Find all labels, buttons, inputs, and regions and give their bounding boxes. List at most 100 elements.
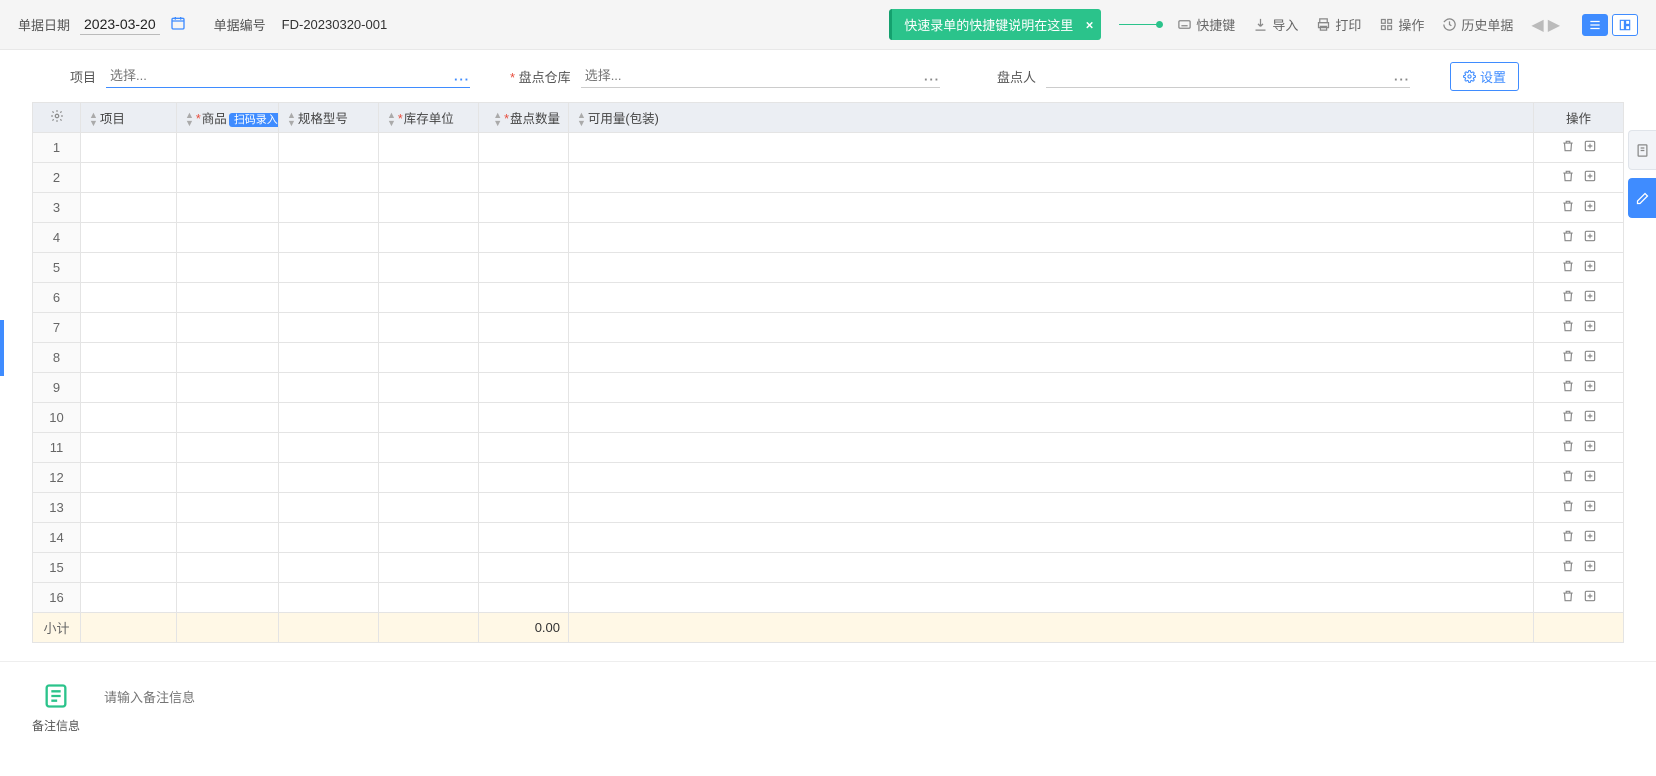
add-row-icon[interactable] — [1579, 231, 1601, 246]
delete-row-icon[interactable] — [1557, 261, 1579, 276]
delete-row-icon[interactable] — [1557, 501, 1579, 516]
delete-row-icon[interactable] — [1557, 381, 1579, 396]
delete-row-icon[interactable] — [1557, 351, 1579, 366]
warehouse-more-icon[interactable]: ··· — [924, 72, 940, 87]
row-index: 14 — [33, 523, 81, 553]
table-container: ▲▼项目 ▲▼*商品扫码录入 ▲▼规格型号 ▲▼*库存单位 ▲▼*盘点数量 ▲▼… — [0, 102, 1656, 643]
table-row[interactable]: 14 — [33, 523, 1624, 553]
th-product[interactable]: ▲▼*商品扫码录入 — [177, 103, 279, 133]
delete-row-icon[interactable] — [1557, 321, 1579, 336]
table-row[interactable]: 16 — [33, 583, 1624, 613]
table-row[interactable]: 2 — [33, 163, 1624, 193]
add-row-icon[interactable] — [1579, 351, 1601, 366]
add-row-icon[interactable] — [1579, 411, 1601, 426]
table-row[interactable]: 6 — [33, 283, 1624, 313]
row-index: 9 — [33, 373, 81, 403]
table-row[interactable]: 7 — [33, 313, 1624, 343]
tip-text: 快速录单的快捷键说明在这里 — [904, 18, 1073, 33]
view-list-button[interactable] — [1582, 14, 1608, 36]
shortcut-link[interactable]: 快捷键 — [1177, 15, 1235, 34]
delete-row-icon[interactable] — [1557, 411, 1579, 426]
table-row[interactable]: 1 — [33, 133, 1624, 163]
remark-icon — [42, 682, 70, 713]
shortcut-tip-banner: 快速录单的快捷键说明在这里 × — [889, 9, 1101, 40]
project-filter-label: 项目 — [40, 67, 96, 86]
filter-bar: 项目 ··· 盘点仓库 ··· 盘点人 ··· 设置 — [0, 50, 1656, 102]
add-row-icon[interactable] — [1579, 441, 1601, 456]
subtotal-row: 小计 0.00 — [33, 613, 1624, 643]
project-more-icon[interactable]: ··· — [454, 72, 470, 87]
delete-row-icon[interactable] — [1557, 231, 1579, 246]
view-card-button[interactable] — [1612, 14, 1638, 36]
add-row-icon[interactable] — [1579, 381, 1601, 396]
person-more-icon[interactable]: ··· — [1394, 72, 1410, 87]
add-row-icon[interactable] — [1579, 141, 1601, 156]
table-row[interactable]: 8 — [33, 343, 1624, 373]
prev-doc-icon[interactable]: ◀ — [1531, 15, 1543, 35]
side-tab-edit[interactable] — [1628, 178, 1656, 218]
row-index: 10 — [33, 403, 81, 433]
delete-row-icon[interactable] — [1557, 591, 1579, 606]
row-index: 8 — [33, 343, 81, 373]
table-row[interactable]: 5 — [33, 253, 1624, 283]
warehouse-select[interactable] — [581, 64, 940, 88]
add-row-icon[interactable] — [1579, 291, 1601, 306]
side-tab-draft[interactable] — [1628, 130, 1656, 170]
delete-row-icon[interactable] — [1557, 141, 1579, 156]
add-row-icon[interactable] — [1579, 591, 1601, 606]
history-link[interactable]: 历史单据 — [1442, 15, 1513, 34]
delete-row-icon[interactable] — [1557, 201, 1579, 216]
person-select[interactable] — [1046, 64, 1410, 88]
add-row-icon[interactable] — [1579, 561, 1601, 576]
table-row[interactable]: 11 — [33, 433, 1624, 463]
add-row-icon[interactable] — [1579, 471, 1601, 486]
row-index: 5 — [33, 253, 81, 283]
date-value[interactable]: 2023-03-20 — [80, 14, 160, 35]
table-row[interactable]: 15 — [33, 553, 1624, 583]
gear-header[interactable] — [33, 103, 81, 133]
date-label: 单据日期 — [18, 15, 70, 34]
add-row-icon[interactable] — [1579, 171, 1601, 186]
doc-no-value: FD-20230320-001 — [282, 17, 388, 32]
delete-row-icon[interactable] — [1557, 531, 1579, 546]
table-row[interactable]: 13 — [33, 493, 1624, 523]
row-index: 1 — [33, 133, 81, 163]
add-row-icon[interactable] — [1579, 321, 1601, 336]
add-row-icon[interactable] — [1579, 501, 1601, 516]
add-row-icon[interactable] — [1579, 531, 1601, 546]
th-spec[interactable]: ▲▼规格型号 — [279, 103, 379, 133]
th-project[interactable]: ▲▼项目 — [81, 103, 177, 133]
doc-no-label: 单据编号 — [214, 15, 266, 34]
th-qty[interactable]: ▲▼*盘点数量 — [479, 103, 569, 133]
person-filter-label: 盘点人 — [980, 67, 1036, 86]
remark-input[interactable] — [100, 682, 1624, 712]
settings-button[interactable]: 设置 — [1450, 62, 1519, 91]
import-link[interactable]: 导入 — [1253, 15, 1298, 34]
delete-row-icon[interactable] — [1557, 291, 1579, 306]
table-row[interactable]: 12 — [33, 463, 1624, 493]
delete-row-icon[interactable] — [1557, 471, 1579, 486]
left-accent-stripe — [0, 320, 4, 376]
delete-row-icon[interactable] — [1557, 561, 1579, 576]
row-index: 15 — [33, 553, 81, 583]
table-row[interactable]: 9 — [33, 373, 1624, 403]
next-doc-icon[interactable]: ▶ — [1548, 15, 1560, 35]
footer-area: 备注信息 — [0, 661, 1656, 754]
calendar-icon[interactable] — [170, 15, 186, 34]
table-row[interactable]: 10 — [33, 403, 1624, 433]
table-row[interactable]: 3 — [33, 193, 1624, 223]
delete-row-icon[interactable] — [1557, 441, 1579, 456]
th-unit[interactable]: ▲▼*库存单位 — [379, 103, 479, 133]
th-avail[interactable]: ▲▼可用量(包装) — [569, 103, 1534, 133]
print-link[interactable]: 打印 — [1316, 15, 1361, 34]
operate-link[interactable]: 操作 — [1379, 15, 1424, 34]
tip-connector — [1119, 24, 1159, 25]
close-tip-icon[interactable]: × — [1086, 17, 1094, 32]
project-select[interactable] — [106, 64, 470, 88]
scan-badge[interactable]: 扫码录入 — [229, 113, 279, 127]
row-index: 4 — [33, 223, 81, 253]
delete-row-icon[interactable] — [1557, 171, 1579, 186]
table-row[interactable]: 4 — [33, 223, 1624, 253]
add-row-icon[interactable] — [1579, 201, 1601, 216]
add-row-icon[interactable] — [1579, 261, 1601, 276]
